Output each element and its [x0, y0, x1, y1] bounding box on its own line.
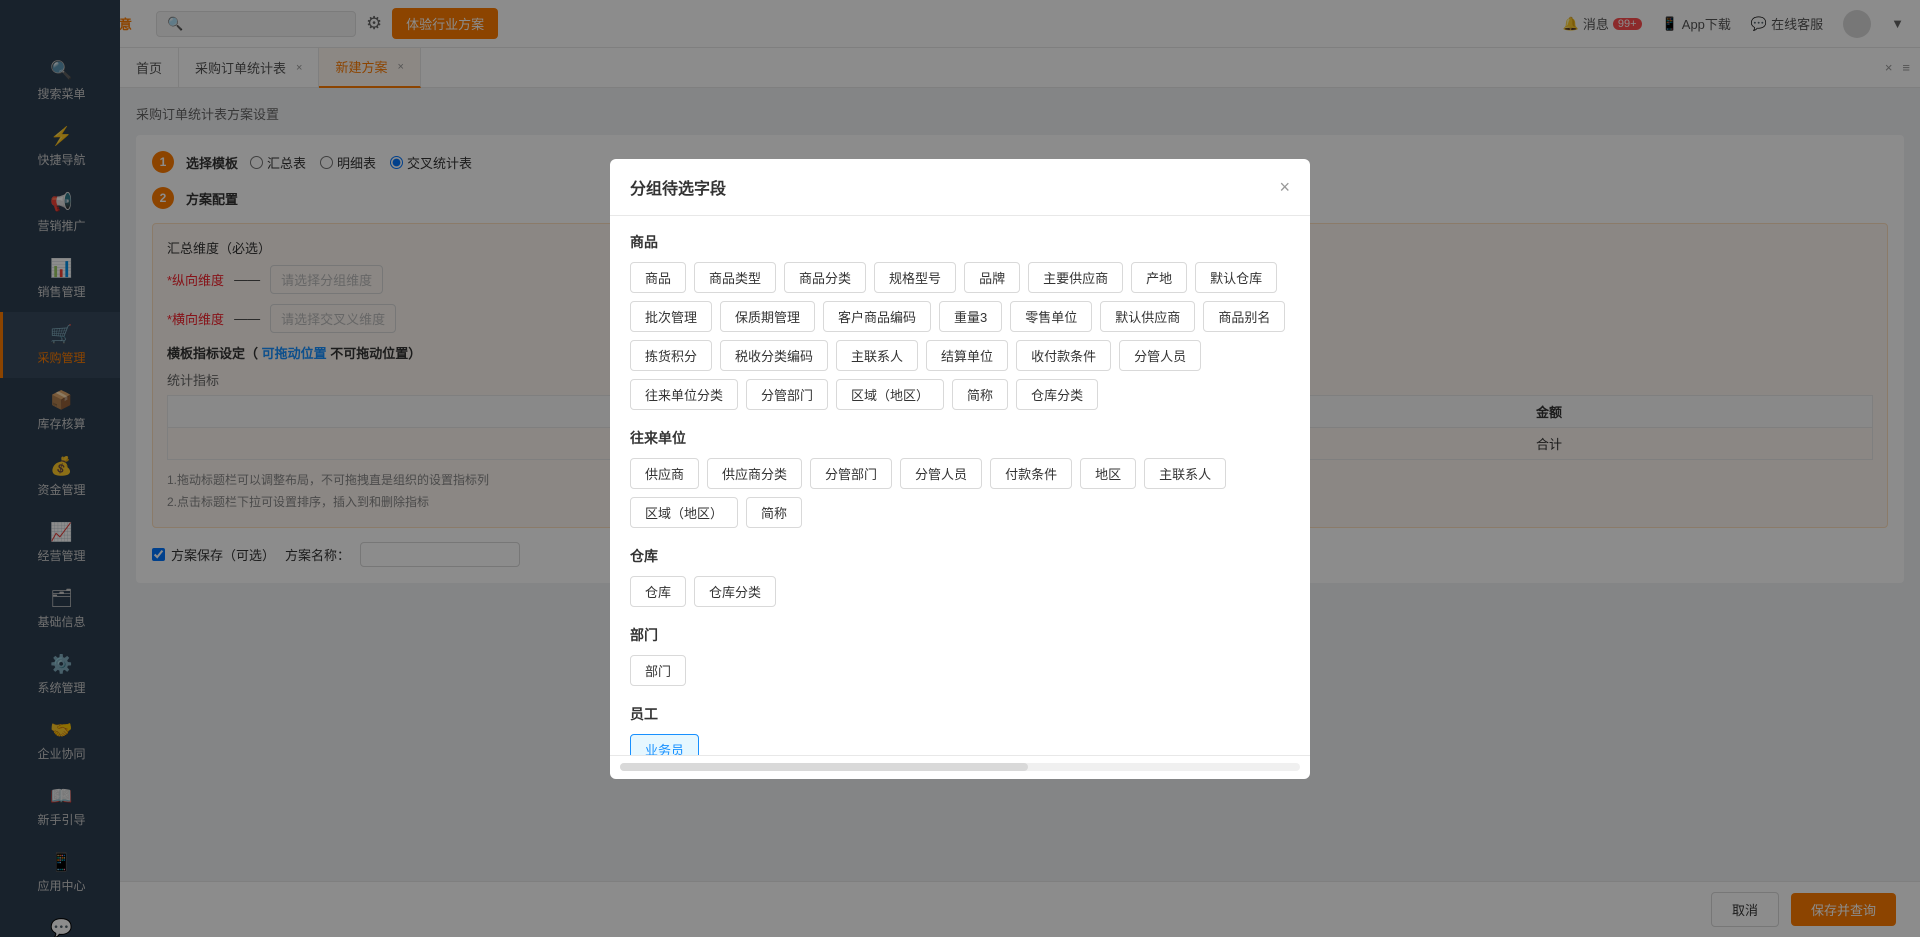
section-department-title: 部门	[630, 625, 1290, 645]
field-tag-partner-1[interactable]: 供应商分类	[707, 458, 802, 489]
field-tag-partner-0[interactable]: 供应商	[630, 458, 699, 489]
field-tag-goods-6[interactable]: 产地	[1131, 262, 1187, 293]
field-tag-goods-1[interactable]: 商品类型	[694, 262, 776, 293]
field-tag-goods-7[interactable]: 默认仓库	[1195, 262, 1277, 293]
scroll-thumb	[620, 763, 1028, 771]
field-tag-goods-13[interactable]: 默认供应商	[1100, 301, 1195, 332]
field-tag-goods-24[interactable]: 简称	[952, 379, 1008, 410]
field-tag-goods-17[interactable]: 主联系人	[836, 340, 918, 371]
section-warehouse-title: 仓库	[630, 546, 1290, 566]
modal-overlay[interactable]: 分组待选字段 × 商品 商品 商品类型 商品分类 规格型号 品牌 主要供应商 产…	[0, 0, 1920, 937]
field-tag-employee-0[interactable]: 业务员	[630, 734, 699, 755]
field-tag-goods-15[interactable]: 拣货积分	[630, 340, 712, 371]
field-tag-partner-2[interactable]: 分管部门	[810, 458, 892, 489]
field-tag-partner-7[interactable]: 区域（地区）	[630, 497, 738, 528]
field-tag-goods-0[interactable]: 商品	[630, 262, 686, 293]
field-tag-goods-12[interactable]: 零售单位	[1010, 301, 1092, 332]
field-tag-goods-3[interactable]: 规格型号	[874, 262, 956, 293]
section-goods-title: 商品	[630, 232, 1290, 252]
field-tag-dept-0[interactable]: 部门	[630, 655, 686, 686]
field-tag-partner-4[interactable]: 付款条件	[990, 458, 1072, 489]
section-employee-tags: 业务员	[630, 734, 1290, 755]
section-goods: 商品 商品 商品类型 商品分类 规格型号 品牌 主要供应商 产地 默认仓库 批次…	[630, 232, 1290, 410]
field-tag-partner-6[interactable]: 主联系人	[1144, 458, 1226, 489]
field-tag-partner-8[interactable]: 简称	[746, 497, 802, 528]
field-tag-warehouse-1[interactable]: 仓库分类	[694, 576, 776, 607]
field-tag-goods-10[interactable]: 客户商品编码	[823, 301, 931, 332]
section-department: 部门 部门	[630, 625, 1290, 686]
section-employee: 员工 业务员	[630, 704, 1290, 755]
field-tag-goods-19[interactable]: 收付款条件	[1016, 340, 1111, 371]
section-partner-title: 往来单位	[630, 428, 1290, 448]
modal-header: 分组待选字段 ×	[610, 159, 1310, 216]
field-tag-goods-2[interactable]: 商品分类	[784, 262, 866, 293]
section-department-tags: 部门	[630, 655, 1290, 686]
field-tag-goods-4[interactable]: 品牌	[964, 262, 1020, 293]
field-tag-goods-16[interactable]: 税收分类编码	[720, 340, 828, 371]
horizontal-scrollbar[interactable]	[620, 763, 1300, 771]
modal-title: 分组待选字段	[630, 175, 726, 199]
field-tag-goods-21[interactable]: 往来单位分类	[630, 379, 738, 410]
section-partner-tags: 供应商 供应商分类 分管部门 分管人员 付款条件 地区 主联系人 区域（地区） …	[630, 458, 1290, 528]
field-tag-goods-25[interactable]: 仓库分类	[1016, 379, 1098, 410]
field-tag-goods-11[interactable]: 重量3	[939, 301, 1002, 332]
field-tag-goods-23[interactable]: 区域（地区）	[836, 379, 944, 410]
field-tag-goods-9[interactable]: 保质期管理	[720, 301, 815, 332]
section-warehouse-tags: 仓库 仓库分类	[630, 576, 1290, 607]
section-goods-tags: 商品 商品类型 商品分类 规格型号 品牌 主要供应商 产地 默认仓库 批次管理 …	[630, 262, 1290, 410]
field-tag-partner-5[interactable]: 地区	[1080, 458, 1136, 489]
section-employee-title: 员工	[630, 704, 1290, 724]
field-tag-goods-14[interactable]: 商品别名	[1203, 301, 1285, 332]
modal-body: 商品 商品 商品类型 商品分类 规格型号 品牌 主要供应商 产地 默认仓库 批次…	[610, 216, 1310, 755]
modal-scroll-bar	[610, 755, 1310, 779]
field-tag-goods-22[interactable]: 分管部门	[746, 379, 828, 410]
field-tag-goods-5[interactable]: 主要供应商	[1028, 262, 1123, 293]
modal: 分组待选字段 × 商品 商品 商品类型 商品分类 规格型号 品牌 主要供应商 产…	[610, 159, 1310, 779]
field-tag-goods-20[interactable]: 分管人员	[1119, 340, 1201, 371]
modal-close-icon[interactable]: ×	[1279, 178, 1290, 196]
field-tag-partner-3[interactable]: 分管人员	[900, 458, 982, 489]
field-tag-goods-8[interactable]: 批次管理	[630, 301, 712, 332]
section-warehouse: 仓库 仓库 仓库分类	[630, 546, 1290, 607]
field-tag-goods-18[interactable]: 结算单位	[926, 340, 1008, 371]
field-tag-warehouse-0[interactable]: 仓库	[630, 576, 686, 607]
section-partner: 往来单位 供应商 供应商分类 分管部门 分管人员 付款条件 地区 主联系人 区域…	[630, 428, 1290, 528]
